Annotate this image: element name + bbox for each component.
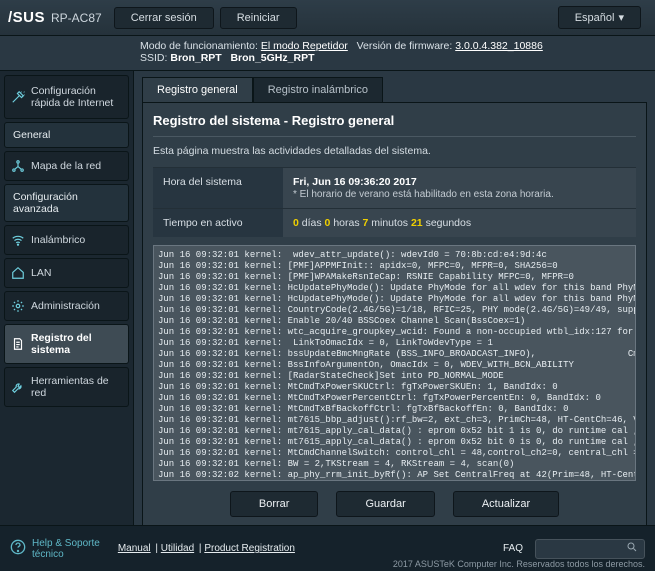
mode-label: Modo de funcionamiento:: [140, 40, 258, 52]
uptime-value: 0 días 0 horas 7 minutos 21 segundos: [283, 209, 636, 237]
uptime-minutes: 7: [363, 217, 369, 229]
panel-buttons: Borrar Guardar Actualizar: [153, 491, 636, 517]
uptime-days: 0: [293, 217, 299, 229]
time-value-cell: Fri, Jun 16 09:36:20 2017 * El horario d…: [283, 168, 636, 208]
row-system-time: Hora del sistema Fri, Jun 16 09:36:20 20…: [153, 167, 636, 208]
question-icon: [10, 539, 26, 558]
link-faq[interactable]: FAQ: [503, 543, 523, 554]
help-line2: técnico: [32, 549, 64, 560]
time-value: Fri, Jun 16 09:36:20 2017: [293, 176, 417, 188]
time-label: Hora del sistema: [153, 168, 283, 208]
wrench-icon: [11, 380, 25, 394]
help-support[interactable]: Help & Soporte técnico: [10, 538, 100, 560]
uptime-seconds: 21: [411, 217, 423, 229]
tab-general-log[interactable]: Registro general: [142, 77, 253, 102]
uptime-label: Tiempo en activo: [153, 209, 283, 237]
home-icon: [11, 266, 25, 280]
ssid-value-2: Bron_5GHz_RPT: [230, 52, 314, 64]
language-dropdown[interactable]: Español ▾: [558, 6, 641, 29]
sidebar-label: LAN: [31, 267, 51, 279]
wifi-icon: [11, 233, 25, 247]
sidebar-label: Mapa de la red: [31, 160, 101, 172]
panel-title: Registro del sistema - Registro general: [153, 113, 636, 137]
reboot-button[interactable]: Reiniciar: [220, 7, 297, 29]
fw-label: Versión de firmware:: [357, 40, 453, 52]
model-label: RP-AC87: [51, 11, 102, 25]
tabs: Registro general Registro inalámbrico: [142, 77, 647, 102]
panel-desc: Esta página muestra las actividades deta…: [153, 145, 636, 157]
search-input[interactable]: [535, 539, 645, 559]
sidebar-group-advanced: Configuración avanzada: [4, 184, 129, 222]
language-label: Español: [575, 12, 615, 24]
link-product-registration[interactable]: Product Registration: [204, 543, 295, 554]
document-icon: [11, 337, 25, 351]
sidebar-item-network-tools[interactable]: Herramientas de red: [4, 367, 129, 407]
chevron-down-icon: ▾: [618, 11, 624, 24]
top-bar: /SUS RP-AC87 Cerrar sesión Reiniciar Esp…: [0, 0, 655, 36]
row-uptime: Tiempo en activo 0 días 0 horas 7 minuto…: [153, 208, 636, 237]
copyright: 2017 ASUSTeK Computer Inc. Reservados to…: [393, 559, 645, 569]
time-note: * El horario de verano está habilitado e…: [293, 189, 554, 200]
uptime-hours: 0: [325, 217, 331, 229]
sidebar-item-wireless[interactable]: Inalámbrico: [4, 225, 129, 255]
sidebar-label: Configuración rápida de Internet: [31, 85, 122, 109]
panel: Registro del sistema - Registro general …: [142, 102, 647, 530]
clear-button[interactable]: Borrar: [230, 491, 319, 517]
brand-logo: /SUS: [8, 9, 45, 26]
gear-icon: [11, 299, 25, 313]
content: Registro general Registro inalámbrico Re…: [134, 71, 655, 530]
sidebar-item-administration[interactable]: Administración: [4, 291, 129, 321]
uptime-minutes-label: minutos: [371, 217, 408, 229]
logout-button[interactable]: Cerrar sesión: [114, 7, 214, 29]
ssid-label: SSID:: [140, 52, 167, 64]
sidebar-label: Registro del sistema: [31, 332, 122, 356]
sidebar-label: Herramientas de red: [31, 375, 122, 399]
tab-wireless-log[interactable]: Registro inalámbrico: [253, 77, 383, 102]
main: Configuración rápida de Internet General…: [0, 71, 655, 530]
sidebar: Configuración rápida de Internet General…: [0, 71, 134, 530]
uptime-days-label: días: [302, 217, 322, 229]
refresh-button[interactable]: Actualizar: [453, 491, 559, 517]
footer-links: Manual | Utilidad | Product Registration: [118, 543, 297, 554]
help-line1: Help & Soporte: [32, 538, 100, 549]
sidebar-item-network-map[interactable]: Mapa de la red: [4, 151, 129, 181]
wand-icon: [11, 90, 25, 104]
sidebar-item-lan[interactable]: LAN: [4, 258, 129, 288]
link-utility[interactable]: Utilidad: [161, 543, 194, 554]
fw-link[interactable]: 3.0.0.4.382_10886: [455, 40, 543, 52]
sidebar-item-system-log[interactable]: Registro del sistema: [4, 324, 129, 364]
sidebar-item-quick-setup[interactable]: Configuración rápida de Internet: [4, 75, 129, 119]
save-button[interactable]: Guardar: [336, 491, 434, 517]
mode-link[interactable]: El modo Repetidor: [261, 40, 348, 52]
sidebar-group-general: General: [4, 122, 129, 148]
info-band: Modo de funcionamiento: El modo Repetido…: [0, 36, 655, 71]
sidebar-label: Inalámbrico: [31, 234, 85, 246]
search-icon: [626, 541, 638, 556]
uptime-hours-label: horas: [333, 217, 359, 229]
link-manual[interactable]: Manual: [118, 543, 151, 554]
uptime-seconds-label: segundos: [426, 217, 472, 229]
sidebar-label: Administración: [31, 300, 100, 312]
log-textarea[interactable]: Jun 16 09:32:01 kernel: wdev_attr_update…: [153, 245, 636, 481]
ssid-value-1: Bron_RPT: [170, 52, 221, 64]
network-icon: [11, 159, 25, 173]
footer: Help & Soporte técnico Manual | Utilidad…: [0, 525, 655, 571]
